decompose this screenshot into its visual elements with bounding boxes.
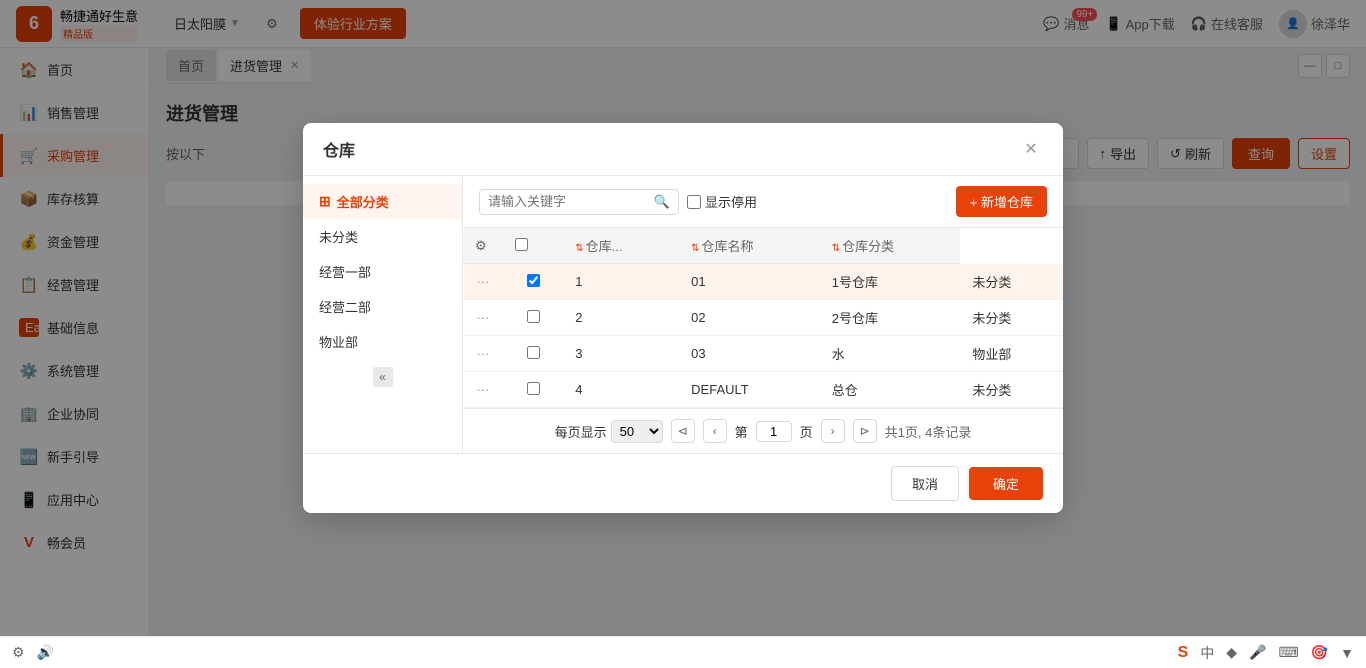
row-code: DEFAULT	[679, 372, 820, 408]
row-name: 1号仓库	[820, 264, 961, 300]
grid-icon: ⊞	[319, 193, 331, 210]
tree-item-property[interactable]: 物业部	[303, 324, 462, 359]
row-code: 01	[679, 264, 820, 300]
row-checkbox[interactable]	[527, 382, 540, 395]
bottom-icons: ⚙ 🔊	[12, 644, 54, 661]
row-checkbox-cell	[503, 372, 563, 408]
modal-footer: 取消 确定	[303, 453, 1063, 513]
keyboard-icon[interactable]: ⌨	[1278, 644, 1298, 661]
col-name[interactable]: ⇅仓库名称	[679, 228, 820, 264]
show-disabled-wrap: 显示停用	[687, 192, 757, 211]
sort-name-icon: ⇅	[691, 243, 699, 254]
row-seq: 4	[563, 372, 679, 408]
target-icon[interactable]: 🎯	[1311, 644, 1328, 661]
row-actions: ···	[463, 300, 503, 336]
row-name: 2号仓库	[820, 300, 961, 336]
bottom-bar: ⚙ 🔊 S 中 ◆ 🎤 ⌨ 🎯 ▼	[0, 636, 1366, 668]
modal-main: 🔍 显示停用 + 新增仓库 ⚙	[463, 176, 1063, 453]
add-warehouse-btn[interactable]: + 新增仓库	[956, 186, 1047, 217]
modal-close-btn[interactable]: ✕	[1019, 137, 1043, 161]
confirm-btn[interactable]: 确定	[969, 467, 1043, 500]
row-actions: ···	[463, 372, 503, 408]
row-name: 水	[820, 336, 961, 372]
row-code: 02	[679, 300, 820, 336]
select-all-checkbox[interactable]	[515, 238, 528, 251]
search-icon: 🔍	[654, 194, 670, 210]
row-checkbox[interactable]	[527, 310, 540, 323]
mic-icon[interactable]: 🎤	[1249, 644, 1266, 661]
sort-category-icon: ⇅	[832, 243, 840, 254]
volume-icon[interactable]: 🔊	[37, 644, 54, 661]
page-last-btn[interactable]: ⊳	[853, 419, 877, 443]
s-brand-icon: S	[1178, 644, 1189, 662]
tree-item-uncategorized[interactable]: 未分类	[303, 219, 462, 254]
table-row[interactable]: ··· 2 02 2号仓库 未分类	[463, 300, 1063, 336]
more-icon[interactable]: ▼	[1340, 645, 1354, 661]
show-disabled-checkbox[interactable]	[687, 195, 701, 209]
page-size-select: 每页显示 50 100 200	[555, 420, 663, 443]
row-category: 物业部	[960, 336, 1063, 372]
table-header: ⚙ ⇅仓库... ⇅仓库名称	[463, 228, 1063, 264]
col-gear: ⚙	[463, 228, 503, 264]
modal-overlay[interactable]: 仓库 ✕ ⊞ 全部分类 未分类 经营一部 经营二部	[0, 0, 1366, 636]
row-more-icon[interactable]: ···	[477, 274, 490, 289]
diamond-icon: ◆	[1226, 644, 1237, 661]
row-category: 未分类	[960, 264, 1063, 300]
page-number-input[interactable]	[756, 421, 792, 442]
row-more-icon[interactable]: ···	[477, 346, 490, 361]
cancel-btn[interactable]: 取消	[891, 466, 959, 501]
warehouse-modal: 仓库 ✕ ⊞ 全部分类 未分类 经营一部 经营二部	[303, 123, 1063, 513]
row-checkbox[interactable]	[527, 274, 540, 287]
modal-tree-sidebar: ⊞ 全部分类 未分类 经营一部 经营二部 物业部 «	[303, 176, 463, 453]
row-code: 03	[679, 336, 820, 372]
row-checkbox-cell	[503, 264, 563, 300]
settings-bottom-icon[interactable]: ⚙	[12, 644, 25, 661]
row-seq: 2	[563, 300, 679, 336]
table-body: ··· 1 01 1号仓库 未分类 ··· 2 02 2号仓库 未分类 ···	[463, 264, 1063, 408]
page-summary: 共1页, 4条记录	[885, 422, 972, 441]
warehouse-table: ⚙ ⇅仓库... ⇅仓库名称	[463, 228, 1063, 408]
zh-icon[interactable]: 中	[1200, 643, 1214, 663]
row-checkbox[interactable]	[527, 346, 540, 359]
tree-item-dept1[interactable]: 经营一部	[303, 254, 462, 289]
modal-body: ⊞ 全部分类 未分类 经营一部 经营二部 物业部 «	[303, 176, 1063, 453]
modal-header: 仓库 ✕	[303, 123, 1063, 176]
tree-item-dept2[interactable]: 经营二部	[303, 289, 462, 324]
page-prev-btn[interactable]: ‹	[703, 419, 727, 443]
table-row[interactable]: ··· 4 DEFAULT 总仓 未分类	[463, 372, 1063, 408]
col-category[interactable]: ⇅仓库分类	[820, 228, 961, 264]
bottom-right-icons: S 中 ◆ 🎤 ⌨ 🎯 ▼	[1178, 643, 1354, 663]
row-checkbox-cell	[503, 336, 563, 372]
gear-col-icon: ⚙	[475, 238, 487, 253]
modal-title: 仓库	[323, 137, 355, 161]
page-first-btn[interactable]: ⊲	[671, 419, 695, 443]
row-checkbox-cell	[503, 300, 563, 336]
page-next-btn[interactable]: ›	[821, 419, 845, 443]
modal-toolbar: 🔍 显示停用 + 新增仓库	[463, 176, 1063, 228]
row-more-icon[interactable]: ···	[477, 382, 490, 397]
search-input[interactable]	[488, 194, 654, 209]
row-actions: ···	[463, 336, 503, 372]
row-actions: ···	[463, 264, 503, 300]
col-checkbox	[503, 228, 563, 264]
row-category: 未分类	[960, 372, 1063, 408]
sort-code-icon: ⇅	[575, 243, 583, 254]
search-input-wrap[interactable]: 🔍	[479, 189, 679, 215]
row-name: 总仓	[820, 372, 961, 408]
collapse-sidebar-btn[interactable]: «	[373, 367, 393, 387]
page-size-dropdown[interactable]: 50 100 200	[611, 420, 663, 443]
tree-all-categories[interactable]: ⊞ 全部分类	[303, 184, 462, 219]
table-row[interactable]: ··· 1 01 1号仓库 未分类	[463, 264, 1063, 300]
table-row[interactable]: ··· 3 03 水 物业部	[463, 336, 1063, 372]
row-category: 未分类	[960, 300, 1063, 336]
data-table-wrap: ⚙ ⇅仓库... ⇅仓库名称	[463, 228, 1063, 408]
row-seq: 3	[563, 336, 679, 372]
row-more-icon[interactable]: ···	[477, 310, 490, 325]
row-seq: 1	[563, 264, 679, 300]
col-code[interactable]: ⇅仓库...	[563, 228, 679, 264]
pagination: 每页显示 50 100 200 ⊲ ‹ 第 页 › ⊳ 共1页, 4条记录	[463, 408, 1063, 453]
